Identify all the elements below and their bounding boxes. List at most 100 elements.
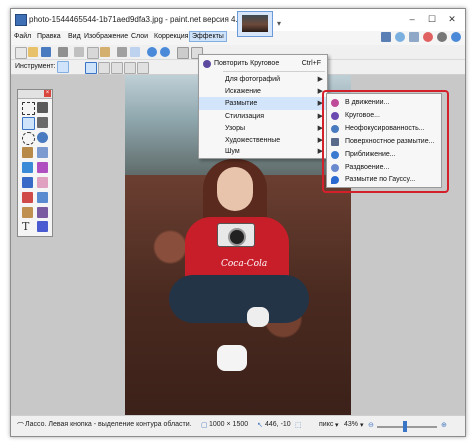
recolor-icon[interactable] [37,207,48,218]
submenu-arrow-icon: ▶ [317,76,323,83]
effects-item-blur[interactable]: Размытие ▶ [199,97,327,110]
tools-window-icon[interactable] [381,32,392,42]
photo-logo: Coca-Cola [221,259,268,269]
tools-panel: × T [17,89,53,237]
status-zoom[interactable]: 43% [344,421,358,428]
selection-mode-xor-icon[interactable] [137,62,149,74]
status-bar: ⌒ Лассо. Левая кнопка - выделение контур… [11,415,465,436]
selection-mode-union-icon[interactable] [98,62,110,74]
rectangle-select-icon[interactable] [22,102,35,115]
tool-label: Инструмент: [15,63,56,70]
menu-file[interactable]: Файл [14,33,31,40]
selection-size-icon: ⬚ [295,422,302,429]
paintnet-icon [15,14,27,26]
window-title: photo-1544465544-1b71aed9dfa3.jpg - pain… [29,15,254,24]
clone-stamp-icon[interactable] [22,207,33,218]
crop-icon[interactable] [117,47,127,57]
status-units[interactable]: пикс [319,421,333,428]
colors-window-icon[interactable] [423,32,434,42]
pan-icon[interactable] [37,147,48,158]
redo-icon[interactable] [160,47,170,57]
copy-icon[interactable] [87,47,99,59]
maximize-icon[interactable]: ☐ [423,12,441,26]
image-thumbnail-tab[interactable] [237,11,273,37]
magic-wand-icon[interactable] [22,147,33,158]
effects-item-label: Художественные [225,137,281,144]
settings-gear-icon[interactable] [437,32,448,42]
tools-panel-header: × [18,90,52,99]
effects-item-label: Искажение [225,88,261,95]
selection-mode-intersect-icon[interactable] [124,62,136,74]
effects-item-label: Размытие [225,100,258,107]
lasso-status-icon: ⌒ [17,423,24,430]
new-file-icon[interactable] [15,47,27,59]
photo-camera [217,223,255,247]
image-size-icon: ▢ [201,422,208,429]
layers-window-icon[interactable] [409,32,420,42]
selection-mode-exclude-icon[interactable] [111,62,123,74]
paste-icon[interactable] [100,47,110,57]
save-icon[interactable] [41,47,51,57]
current-tool-lasso-icon[interactable] [57,61,69,73]
menu-image[interactable]: Изображение [84,33,128,40]
effects-item-label: Для фотографий [225,76,280,83]
menu-adjustments[interactable]: Коррекция [154,33,188,40]
zoom-in-icon[interactable]: ⊕ [441,421,447,429]
move-selected-icon[interactable] [37,102,48,113]
effects-item-label: Шум [225,148,240,155]
cut-icon[interactable] [74,47,84,57]
minimize-icon[interactable]: – [403,12,421,26]
menu-effects[interactable]: Эффекты [189,31,227,42]
zoom-slider-thumb[interactable] [403,421,407,432]
zoom-dropdown-icon[interactable]: ▾ [360,421,364,429]
thumbnail-image [242,15,268,32]
color-picker-icon[interactable] [37,192,48,203]
shapes-icon[interactable] [37,221,48,232]
menu-layers[interactable]: Слои [131,33,148,40]
history-window-icon[interactable] [395,32,406,42]
help-icon[interactable] [451,32,461,42]
camera-lens [228,228,246,246]
zoom-icon[interactable] [37,132,48,143]
close-icon[interactable]: ✕ [443,12,461,26]
eraser-icon[interactable] [37,177,48,188]
highlight-box [322,90,449,193]
move-selection-icon[interactable] [37,117,48,128]
photo-shoe-front [217,345,247,371]
photo-shoe-back [247,307,269,327]
cursor-position-icon: ↖ [257,422,263,429]
grid-icon[interactable] [177,47,189,59]
status-cursor-position: 446, -10 [265,421,291,428]
zoom-slider-track[interactable] [377,426,437,428]
paintbrush-icon[interactable] [22,177,33,188]
effects-item-label: Стилизация [225,113,264,120]
photo-face [217,167,253,211]
effects-item-noise[interactable]: Шум ▶ [199,145,327,158]
lasso-select-icon[interactable] [22,117,35,130]
menu-edit[interactable]: Правка [37,33,61,40]
deselect-icon[interactable] [130,47,140,57]
thumbnail-dropdown-icon[interactable]: ▾ [277,19,281,28]
effects-menu: Повторить Круговое Ctrl+F Для фотографий… [198,54,328,159]
selection-mode-replace-icon[interactable] [85,62,97,74]
text-tool-icon[interactable]: T [22,221,33,232]
repeat-effect-icon [203,60,211,68]
print-icon[interactable] [58,47,68,57]
repeat-effect-item[interactable]: Повторить Круговое Ctrl+F [199,57,327,70]
menu-view[interactable]: Вид [68,33,81,40]
undo-icon[interactable] [147,47,157,57]
gradient-icon[interactable] [37,162,48,173]
open-folder-icon[interactable] [28,47,38,57]
zoom-out-icon[interactable]: ⊖ [368,421,374,429]
app-window: photo-1544465544-1b71aed9dfa3.jpg - pain… [10,8,466,437]
repeat-effect-shortcut: Ctrl+F [301,60,321,67]
window-controls: – ☐ ✕ [403,12,461,26]
title-bar: photo-1544465544-1b71aed9dfa3.jpg - pain… [11,9,465,37]
repeat-effect-label: Повторить Круговое [214,60,280,67]
pencil-icon[interactable] [22,192,33,203]
menu-separator [223,71,325,72]
tools-close-icon[interactable]: × [44,90,51,97]
ellipse-select-icon[interactable] [22,132,35,145]
units-dropdown-icon[interactable]: ▾ [335,421,339,429]
paint-bucket-icon[interactable] [22,162,33,173]
